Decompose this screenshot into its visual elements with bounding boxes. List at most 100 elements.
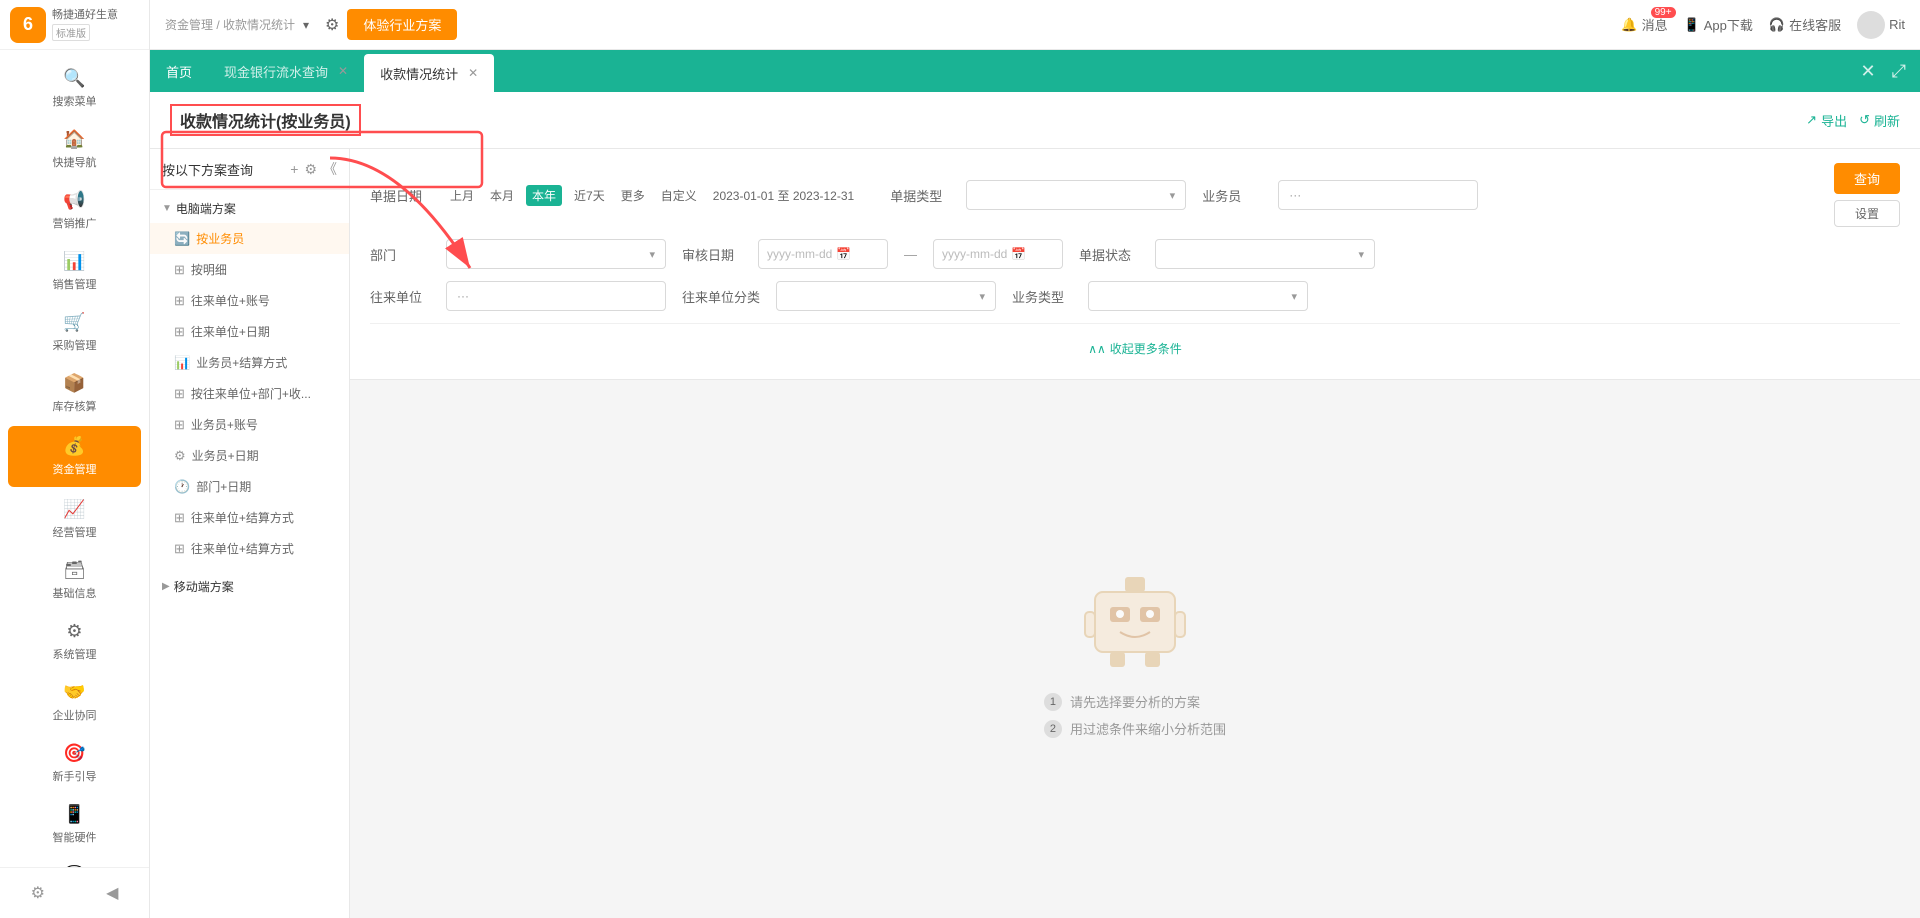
partner-input[interactable]: ··· (446, 281, 666, 311)
bill-status-dropdown-arrow: ▾ (1358, 248, 1364, 261)
date-option-this-year[interactable]: 本年 (526, 185, 562, 206)
scheme-item-partner-account[interactable]: ⊞ 往来单位+账号 (150, 285, 349, 316)
scheme-item-dept-date[interactable]: 🕐 部门+日期 (150, 471, 349, 502)
notifications-btn[interactable]: 🔔 消息 99+ (1621, 15, 1667, 34)
date-option-last7[interactable]: 近7天 (570, 185, 609, 206)
desktop-arrow-icon: ▼ (162, 203, 172, 214)
sidebar-item-hardware[interactable]: 📱 智能硬件 (0, 794, 149, 855)
mobile-scheme-header[interactable]: ▶ 移动端方案 (150, 572, 349, 601)
settings-gear-icon[interactable]: ⚙ (325, 15, 339, 35)
add-scheme-button[interactable]: + (290, 161, 298, 177)
scheme-item-partner-dept[interactable]: ⊞ 按往来单位+部门+收... (150, 378, 349, 409)
review-date-end-placeholder: yyyy-mm-dd (942, 247, 1007, 261)
calendar-start-icon: 📅 (836, 247, 851, 261)
sidebar-item-finance[interactable]: 💰 资金管理 (8, 426, 141, 487)
online-service-btn[interactable]: 🎧 在线客服 (1769, 15, 1841, 34)
collapse-bar[interactable]: ∧∧ 收起更多条件 (370, 332, 1900, 365)
download-icon: 📱 (1684, 17, 1700, 33)
review-date-label: 审核日期 (682, 245, 742, 264)
review-date-start-placeholder: yyyy-mm-dd (767, 247, 832, 261)
scheme-settings-icon[interactable]: ⚙ (304, 161, 317, 178)
partner-date-icon: ⊞ (174, 324, 185, 340)
tab-collection-label: 收款情况统计 (380, 64, 458, 83)
scheme-item-partner-settle1[interactable]: ⊞ 往来单位+结算方式 (150, 502, 349, 533)
sidebar-item-sales[interactable]: 📊 销售管理 (0, 241, 149, 302)
bill-status-dropdown[interactable]: ▾ (1155, 239, 1375, 269)
date-option-this-month[interactable]: 本月 (486, 185, 518, 206)
sidebar-item-guide[interactable]: 🎯 新手引导 (0, 733, 149, 794)
sidebar-item-search[interactable]: 🔍 搜索菜单 (0, 58, 149, 119)
sidebar-item-marketing[interactable]: 📢 营销推广 (0, 180, 149, 241)
filter-divider (370, 323, 1900, 324)
date-option-custom[interactable]: 自定义 (657, 185, 701, 206)
header-right: 🔔 消息 99+ 📱 App下载 🎧 在线客服 Rit (1621, 11, 1905, 39)
tab-bank-close-icon[interactable]: ✕ (338, 64, 348, 78)
partner-category-dropdown[interactable]: ▾ (776, 281, 996, 311)
app-download-btn[interactable]: 📱 App下载 (1684, 15, 1753, 34)
inventory-icon: 📦 (63, 373, 85, 394)
dept-dropdown[interactable]: ▾ (446, 239, 666, 269)
scheme-item-salesman-settle[interactable]: 📊 业务员+结算方式 (150, 347, 349, 378)
sidebar-item-corp[interactable]: 🤝 企业协同 (0, 672, 149, 733)
tab-collection[interactable]: 收款情况统计 ✕ (364, 54, 494, 92)
corp-icon: 🤝 (63, 682, 85, 703)
user-avatar-area[interactable]: Rit (1857, 11, 1905, 39)
detail-scheme-icon: ⊞ (174, 262, 185, 278)
scheme-item-by-detail[interactable]: ⊞ 按明细 (150, 254, 349, 285)
tab-expand-icon[interactable]: ⤢ (1888, 57, 1910, 86)
partner-settle2-icon: ⊞ (174, 541, 185, 557)
breadcrumb-dropdown[interactable]: ▾ (303, 18, 309, 32)
set-button[interactable]: 设置 (1834, 200, 1900, 227)
sidebar-item-nav[interactable]: 🏠 快捷导航 (0, 119, 149, 180)
scheme-item-salesman-date[interactable]: ⚙ 业务员+日期 (150, 440, 349, 471)
date-option-last-month[interactable]: 上月 (446, 185, 478, 206)
collapse-label: 收起更多条件 (1110, 340, 1182, 357)
tab-collection-close-icon[interactable]: ✕ (468, 66, 478, 80)
query-button[interactable]: 查询 (1834, 163, 1900, 194)
review-date-start-input[interactable]: yyyy-mm-dd 📅 (758, 239, 888, 269)
empty-state-icon (1075, 552, 1195, 672)
filter-row-1: 单据日期 上月 本月 本年 近7天 更多 自定义 2023-01-01 至 20… (370, 163, 1900, 227)
sidebar-item-system[interactable]: ⚙ 系统管理 (0, 611, 149, 672)
sales-icon: 📊 (63, 251, 85, 272)
refresh-button[interactable]: ↺ 刷新 (1859, 111, 1900, 130)
scheme-item-partner-date[interactable]: ⊞ 往来单位+日期 (150, 316, 349, 347)
collapse-panel-icon[interactable]: 《 (323, 159, 337, 179)
bill-type-dropdown[interactable]: ▾ (966, 180, 1186, 210)
sidebar-collapse-btn[interactable]: ◀ (101, 878, 123, 908)
trial-button[interactable]: 体验行业方案 (347, 9, 457, 40)
sidebar-item-inventory[interactable]: 📦 库存核算 (0, 363, 149, 424)
logo-tag: 标准版 (52, 24, 90, 41)
scheme-item-by-salesman[interactable]: 🔄 按业务员 (150, 223, 349, 254)
biz-type-label: 业务类型 (1012, 287, 1072, 306)
date-option-more[interactable]: 更多 (617, 185, 649, 206)
sidebar-item-wechat[interactable]: 💬 企业微信 (0, 855, 149, 867)
export-button[interactable]: ↗ 导出 (1806, 111, 1847, 130)
avatar (1857, 11, 1885, 39)
dept-filter-label: 部门 (370, 245, 430, 264)
filter-area: 单据日期 上月 本月 本年 近7天 更多 自定义 2023-01-01 至 20… (350, 149, 1920, 380)
finance-icon: 💰 (63, 436, 85, 457)
scheme-item-salesman-account[interactable]: ⊞ 业务员+账号 (150, 409, 349, 440)
sidebar-item-operation[interactable]: 📈 经营管理 (0, 489, 149, 550)
sidebar-item-purchase[interactable]: 🛒 采购管理 (0, 302, 149, 363)
refresh-icon: ↺ (1859, 112, 1870, 128)
tab-home-label: 首页 (166, 62, 192, 81)
review-date-end-input[interactable]: yyyy-mm-dd 📅 (933, 239, 1063, 269)
empty-tip-1: 1 请先选择要分析的方案 (1044, 692, 1226, 711)
biz-type-dropdown[interactable]: ▾ (1088, 281, 1308, 311)
tab-bank[interactable]: 现金银行流水查询 ✕ (208, 50, 364, 92)
date-options: 上月 本月 本年 近7天 更多 自定义 2023-01-01 至 2023-12… (446, 185, 854, 206)
salesman-input[interactable]: ··· (1278, 180, 1478, 210)
desktop-scheme-header[interactable]: ▼ 电脑端方案 (150, 194, 349, 223)
scheme-item-partner-settle2[interactable]: ⊞ 往来单位+结算方式 (150, 533, 349, 564)
basic-icon: 🗃 (63, 560, 86, 581)
partner-category-label: 往来单位分类 (682, 287, 760, 306)
header-left: 资金管理 / 收款情况统计 ▾ ⚙ 体验行业方案 (165, 9, 457, 40)
sidebar-settings-btn[interactable]: ⚙ (26, 878, 50, 908)
top-header: 资金管理 / 收款情况统计 ▾ ⚙ 体验行业方案 🔔 消息 99+ 📱 App下… (150, 0, 1920, 50)
salesman-settle-icon: 📊 (174, 355, 190, 371)
sidebar-item-basic[interactable]: 🗃 基础信息 (0, 550, 149, 611)
tab-close-all-icon[interactable]: ✕ (1857, 57, 1880, 86)
tab-home[interactable]: 首页 (150, 50, 208, 92)
